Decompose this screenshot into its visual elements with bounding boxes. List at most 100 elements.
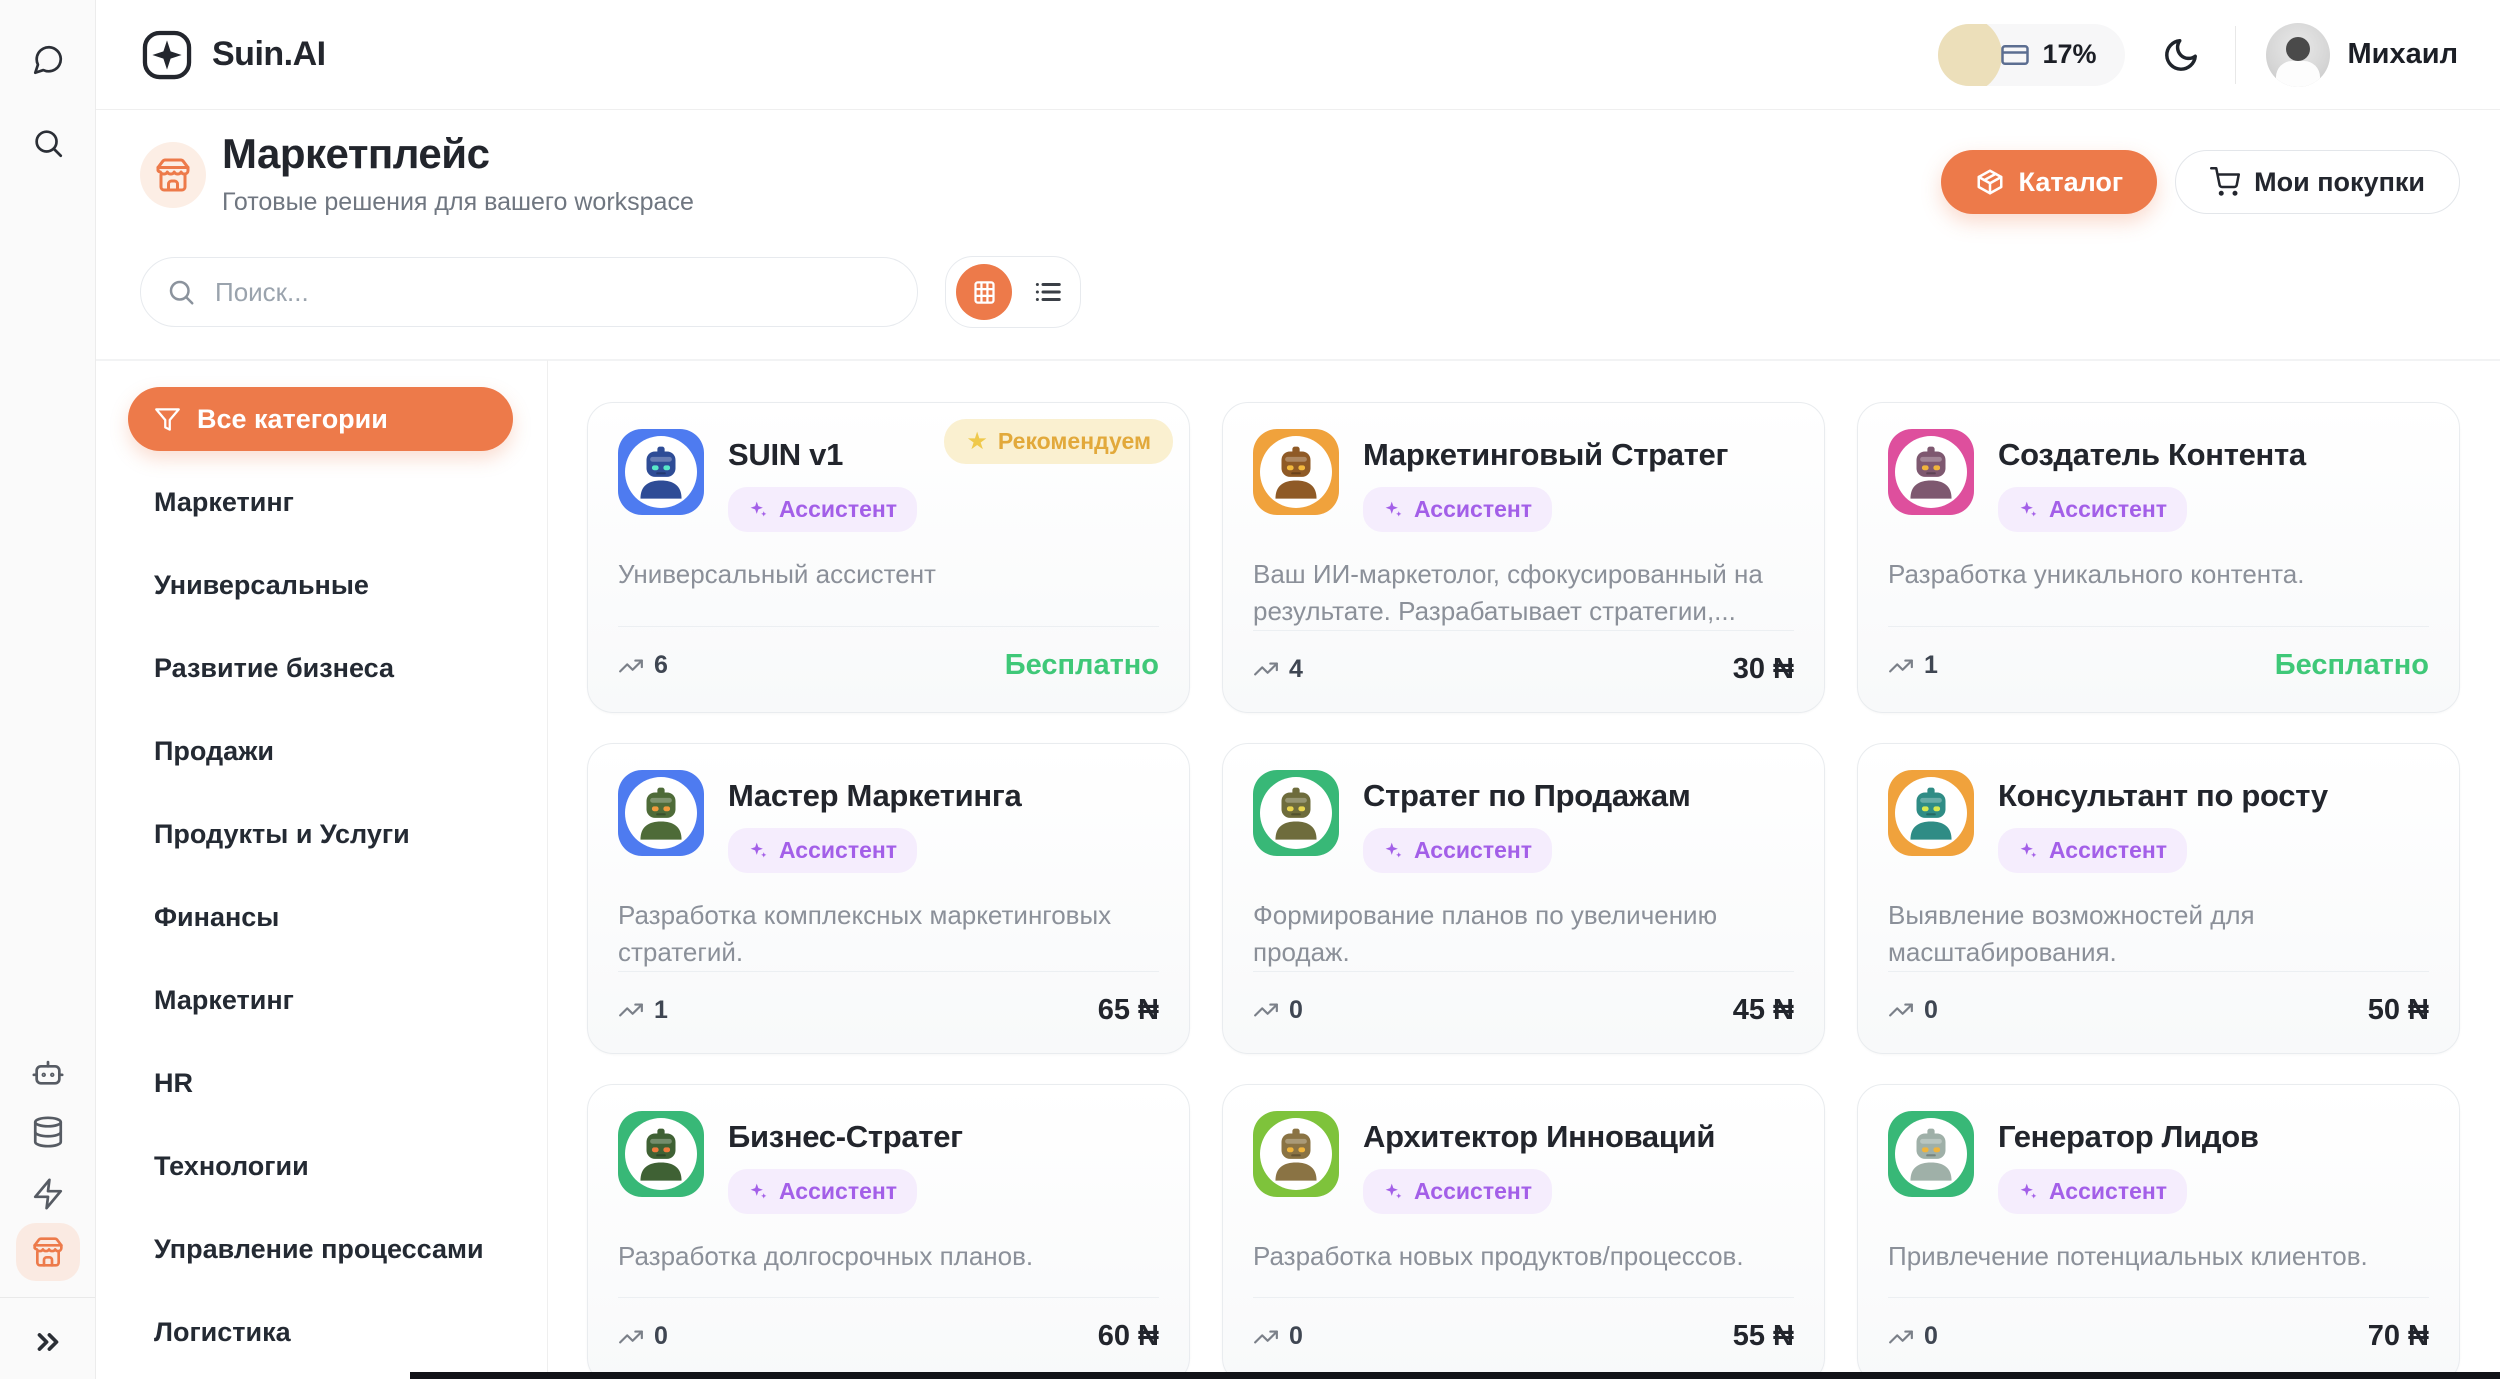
category-item[interactable]: Маркетинг (128, 968, 513, 1032)
usage-stat: 1 (618, 996, 668, 1025)
agent-title: Архитектор Инноваций (1363, 1119, 1715, 1155)
robot-avatar-icon (632, 443, 690, 501)
usage-stat-value: 0 (1924, 996, 1938, 1025)
category-item[interactable]: HR (128, 1051, 513, 1115)
sparkles-icon (748, 499, 769, 520)
brand-label: Suin.AI (212, 35, 326, 74)
credits-value: 17% (2042, 39, 2096, 70)
agent-title: Консультант по росту (1998, 778, 2328, 814)
chevrons-right-icon[interactable] (20, 1318, 76, 1366)
category-item[interactable]: Технологии (128, 1134, 513, 1198)
category-item[interactable]: Управление процессами (128, 1217, 513, 1281)
catalog-button-label: Каталог (2019, 167, 2124, 198)
assistant-badge: Ассистент (1998, 487, 2187, 532)
user-name: Михаил (2348, 38, 2459, 71)
robot-avatar-icon (1267, 1125, 1325, 1183)
category-item[interactable]: Продукты и Услуги (128, 802, 513, 866)
robot-avatar-icon (1902, 1125, 1960, 1183)
section-divider (96, 359, 2500, 361)
category-label: Продажи (154, 736, 274, 767)
category-item[interactable]: Финансы (128, 885, 513, 949)
bot-icon[interactable] (20, 1048, 76, 1096)
agent-avatar (1888, 770, 1974, 856)
agent-card[interactable]: Консультант по росту Ассистент Выявление… (1857, 743, 2460, 1054)
moon-icon[interactable] (2151, 25, 2211, 85)
robot-avatar-icon (632, 784, 690, 842)
search-icon[interactable] (20, 119, 76, 167)
trending-up-icon (1253, 997, 1279, 1023)
recommended-label: Рекомендуем (998, 428, 1151, 455)
category-item[interactable]: Универсальные (128, 553, 513, 617)
agent-card[interactable]: Архитектор Инноваций Ассистент Разработк… (1222, 1084, 1825, 1379)
agent-card[interactable]: Генератор Лидов Ассистент Привлечение по… (1857, 1084, 2460, 1379)
assistant-badge: Ассистент (1363, 487, 1552, 532)
agent-card[interactable]: Мастер Маркетинга Ассистент Разработка к… (587, 743, 1190, 1054)
agent-title: Мастер Маркетинга (728, 778, 1021, 814)
robot-avatar-icon (632, 1125, 690, 1183)
database-icon[interactable] (20, 1108, 76, 1156)
agent-avatar (618, 1111, 704, 1197)
price: 65 ₦ (1098, 994, 1159, 1027)
agent-description: Разработка новых продуктов/процессов. (1253, 1238, 1794, 1275)
category-item[interactable]: Развитие бизнеса (128, 636, 513, 700)
price: 50 ₦ (2368, 994, 2429, 1027)
agent-description: Разработка долгосрочных планов. (618, 1238, 1159, 1275)
user-menu[interactable]: Михаил (2266, 23, 2459, 87)
agent-title: Стратег по Продажам (1363, 778, 1690, 814)
price: 45 ₦ (1733, 994, 1794, 1027)
assistant-badge: Ассистент (1998, 828, 2187, 873)
agent-card[interactable]: ★ Рекомендуем SUIN v1 (587, 402, 1190, 713)
category-item[interactable]: Логистика (128, 1300, 513, 1364)
assistant-badge-label: Ассистент (2049, 496, 2167, 523)
topbar-divider (2235, 26, 2236, 84)
all-categories-button[interactable]: Все категории (128, 387, 513, 451)
assistant-badge: Ассистент (728, 487, 917, 532)
catalog-button[interactable]: Каталог (1941, 150, 2158, 214)
agent-description: Универсальный ассистент (618, 556, 1159, 593)
category-label: HR (154, 1068, 193, 1099)
trending-up-icon (1253, 1324, 1279, 1350)
magnifier-icon (166, 277, 196, 307)
grid-view-icon[interactable] (956, 264, 1012, 320)
credits-blob (1938, 24, 2002, 86)
assistant-badge-label: Ассистент (779, 496, 897, 523)
agent-title: Создатель Контента (1998, 437, 2306, 473)
brand-logo[interactable]: Suin.AI (140, 28, 326, 82)
assistant-badge-label: Ассистент (779, 1178, 897, 1205)
search-field (140, 257, 918, 327)
category-item[interactable]: Продажи (128, 719, 513, 783)
list-view-icon[interactable] (1026, 270, 1070, 314)
agent-avatar (1888, 1111, 1974, 1197)
card-footer: 0 45 ₦ (1253, 971, 1794, 1027)
agent-card[interactable]: Маркетинговый Стратег Ассистент Ваш ИИ-м… (1222, 402, 1825, 713)
trending-up-icon (1888, 997, 1914, 1023)
assistant-badge-label: Ассистент (1414, 1178, 1532, 1205)
search-input[interactable] (140, 257, 918, 327)
agent-card[interactable]: Бизнес-Стратег Ассистент Разработка долг… (587, 1084, 1190, 1379)
sparkles-icon (748, 840, 769, 861)
price: Бесплатно (2275, 649, 2429, 682)
bottom-taskbar-strip (410, 1372, 2500, 1379)
trending-up-icon (618, 1324, 644, 1350)
chat-icon[interactable] (20, 36, 76, 84)
usage-stat: 0 (1253, 1322, 1303, 1351)
agent-card[interactable]: Создатель Контента Ассистент Разработка … (1857, 402, 2460, 713)
assistant-badge-label: Ассистент (1414, 496, 1532, 523)
robot-avatar-icon (1902, 443, 1960, 501)
agent-avatar (1253, 1111, 1339, 1197)
credits-pill[interactable]: 17% (1938, 24, 2124, 86)
my-purchases-button[interactable]: Мои покупки (2175, 150, 2460, 214)
credit-card-icon (2000, 40, 2030, 70)
category-label: Продукты и Услуги (154, 819, 410, 850)
agent-card[interactable]: Стратег по Продажам Ассистент Формирован… (1222, 743, 1825, 1054)
category-label: Маркетинг (154, 985, 294, 1016)
category-label: Технологии (154, 1151, 309, 1182)
agent-description: Ваш ИИ-маркетолог, сфокусированный на ре… (1253, 556, 1794, 630)
category-item[interactable]: Маркетинг (128, 470, 513, 534)
zap-icon[interactable] (20, 1170, 76, 1218)
store-icon[interactable] (16, 1223, 80, 1281)
assistant-badge-label: Ассистент (779, 837, 897, 864)
price: 70 ₦ (2368, 1320, 2429, 1353)
usage-stat: 4 (1253, 655, 1303, 684)
card-footer: 0 70 ₦ (1888, 1297, 2429, 1353)
